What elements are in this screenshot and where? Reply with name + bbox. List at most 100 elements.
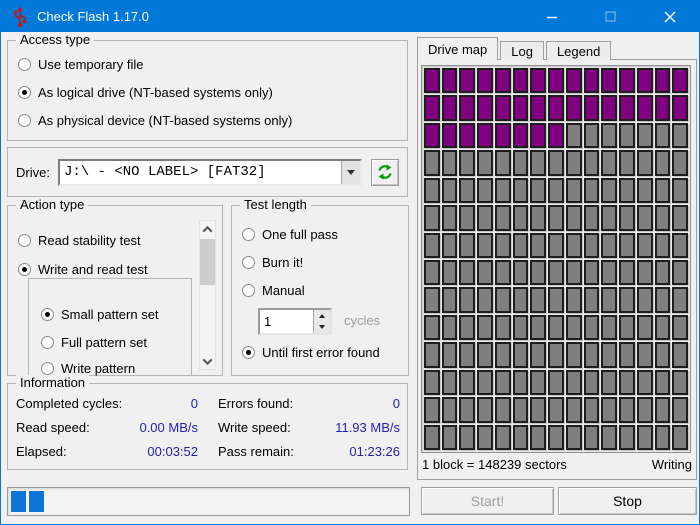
map-block	[530, 424, 547, 450]
stop-button-label: Stop	[613, 493, 642, 509]
map-block	[494, 314, 511, 341]
tab-log[interactable]: Log	[500, 41, 544, 60]
map-block	[424, 397, 440, 423]
map-block	[477, 205, 493, 231]
map-block	[530, 205, 547, 231]
map-block	[548, 232, 564, 258]
start-button[interactable]: Start!	[421, 487, 554, 515]
map-block	[636, 68, 653, 94]
map-block	[654, 205, 671, 231]
map-block	[424, 260, 440, 286]
information-group: Information Completed cycles: 0 Errors f…	[7, 375, 408, 470]
map-block	[459, 287, 476, 313]
info-label: Pass remain:	[218, 444, 294, 459]
map-block	[583, 397, 600, 423]
map-block	[459, 424, 476, 450]
info-label: Write speed:	[218, 420, 291, 435]
map-block	[494, 260, 511, 286]
map-block	[477, 424, 493, 450]
map-block	[583, 424, 600, 450]
map-block	[494, 424, 511, 450]
map-block	[672, 95, 688, 121]
radio-full-pattern-set[interactable]: Full pattern set	[41, 333, 147, 351]
radio-one-full-pass[interactable]: One full pass	[242, 225, 338, 243]
map-block	[672, 150, 688, 176]
stop-button[interactable]: Stop	[558, 487, 697, 515]
refresh-drives-button[interactable]	[371, 158, 399, 186]
radio-label: As physical device (NT-based systems onl…	[38, 112, 293, 128]
map-block	[530, 260, 547, 286]
map-block	[565, 260, 582, 286]
map-block	[601, 95, 618, 121]
map-block	[601, 260, 618, 286]
info-value: 0.00 MB/s	[139, 420, 198, 435]
info-value: 00:03:52	[147, 444, 198, 459]
radio-manual[interactable]: Manual	[242, 281, 305, 299]
stepper-down-button[interactable]	[314, 322, 330, 334]
radio-icon	[18, 113, 31, 127]
radio-use-temporary-file[interactable]: Use temporary file	[18, 55, 143, 73]
radio-until-first-error[interactable]: Until first error found	[242, 343, 380, 361]
drive-combobox[interactable]: J:\ - <NO LABEL> [FAT32]	[57, 158, 363, 186]
scroll-up-button[interactable]	[200, 221, 215, 237]
map-block	[441, 177, 458, 204]
map-block	[619, 177, 635, 204]
stepper-up-button[interactable]	[314, 310, 330, 322]
map-block	[512, 122, 529, 149]
map-block	[530, 150, 547, 176]
scrollbar-thumb[interactable]	[200, 239, 215, 285]
radio-label: As logical drive (NT-based systems only)	[38, 84, 273, 100]
map-block	[601, 424, 618, 450]
map-block	[424, 95, 440, 121]
radio-icon	[18, 262, 31, 276]
map-block	[636, 122, 653, 149]
action-type-scrollbar[interactable]	[199, 220, 216, 370]
map-block	[441, 342, 458, 368]
map-block	[565, 122, 582, 149]
map-block	[654, 369, 671, 396]
map-block	[459, 95, 476, 121]
radio-as-physical-device[interactable]: As physical device (NT-based systems onl…	[18, 111, 292, 129]
maximize-button[interactable]	[581, 1, 640, 32]
stepper-buttons	[313, 310, 330, 333]
drive-combobox-value: J:\ - <NO LABEL> [FAT32]	[63, 164, 266, 180]
radio-burn-it[interactable]: Burn it!	[242, 253, 303, 271]
start-button-label: Start!	[470, 493, 505, 509]
scroll-down-button[interactable]	[200, 353, 215, 369]
info-value: 0	[392, 396, 400, 411]
map-block	[565, 95, 582, 121]
radio-as-logical-drive[interactable]: As logical drive (NT-based systems only)	[18, 83, 273, 101]
info-value: 01:23:26	[349, 444, 400, 459]
radio-label: Small pattern set	[61, 306, 159, 322]
radio-read-stability-test[interactable]: Read stability test	[18, 231, 141, 249]
map-block	[601, 369, 618, 396]
map-block	[619, 232, 635, 258]
radio-small-pattern-set[interactable]: Small pattern set	[41, 305, 159, 323]
map-block	[441, 314, 458, 341]
map-block	[583, 314, 600, 341]
map-block	[672, 232, 688, 258]
radio-icon	[18, 57, 31, 71]
map-block	[619, 397, 635, 423]
cycles-stepper[interactable]: 1	[258, 308, 332, 335]
close-button[interactable]	[640, 1, 699, 32]
tab-legend[interactable]: Legend	[545, 41, 612, 60]
map-block	[636, 260, 653, 286]
map-block	[654, 397, 671, 423]
map-block	[583, 287, 600, 313]
map-block	[583, 122, 600, 149]
map-block	[424, 287, 440, 313]
map-block	[636, 95, 653, 121]
tab-label: Log	[511, 43, 533, 59]
tab-drive-map[interactable]: Drive map	[417, 37, 499, 60]
map-block	[530, 122, 547, 149]
map-block	[441, 205, 458, 231]
map-block	[424, 232, 440, 258]
titlebar[interactable]: Check Flash 1.17.0	[1, 1, 699, 32]
radio-write-and-read-test[interactable]: Write and read test	[18, 260, 148, 278]
chevron-up-icon	[202, 225, 213, 236]
radio-icon	[41, 335, 54, 349]
map-block	[441, 95, 458, 121]
minimize-button[interactable]	[522, 1, 581, 32]
drive-dropdown-button[interactable]	[341, 160, 361, 184]
